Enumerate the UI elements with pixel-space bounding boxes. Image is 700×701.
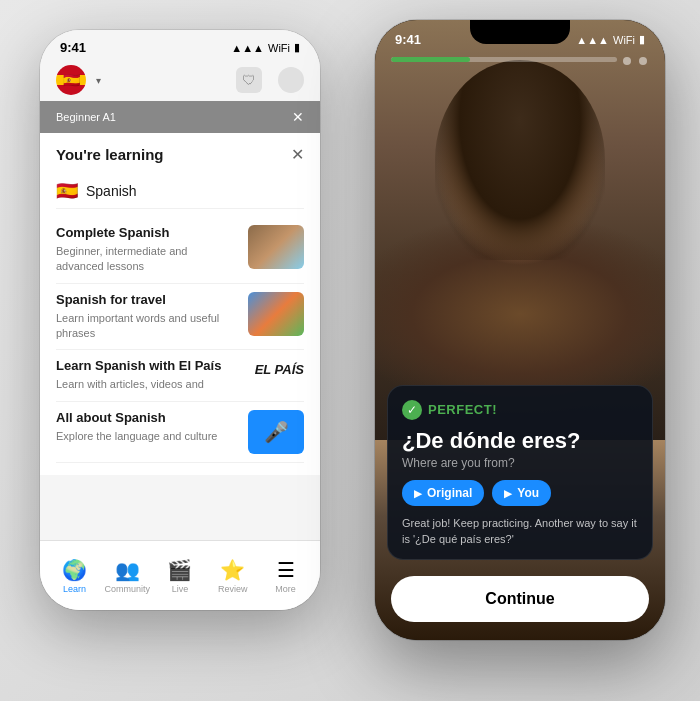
perfect-label: PERFECT! [428, 402, 497, 417]
banner-text: Beginner A1 [56, 111, 116, 123]
battery-icon: ▮ [294, 41, 300, 54]
tab-learn-label: Learn [63, 584, 86, 594]
feedback-content: Great job! Keep practicing. Another way … [402, 517, 637, 544]
course-item-complete-spanish[interactable]: Complete Spanish Beginner, intermediate … [56, 217, 304, 284]
course-info: Spanish for travel Learn important words… [56, 292, 238, 342]
course-thumb-building [248, 225, 304, 269]
tab-learn[interactable]: 🌍 Learn [48, 558, 101, 594]
course-thumb-colorful [248, 292, 304, 336]
status-time-left: 9:41 [60, 40, 86, 55]
original-btn-label: Original [427, 486, 472, 500]
microphone-icon: 🎤 [248, 410, 304, 454]
course-desc: Beginner, intermediate and advanced less… [56, 244, 238, 275]
progress-dot-2 [639, 57, 647, 65]
review-icon: ⭐ [220, 558, 245, 582]
course-desc: Explore the language and culture [56, 429, 238, 444]
dropdown-close-button[interactable]: ✕ [291, 145, 304, 164]
notch [470, 20, 570, 44]
banner-close-button[interactable]: ✕ [292, 109, 304, 125]
hair-layer [435, 60, 605, 260]
tab-review-label: Review [218, 584, 248, 594]
dropdown-panel: You're learning ✕ 🇪🇸 Spanish Complete Sp… [40, 133, 320, 475]
tab-review[interactable]: ⭐ Review [206, 558, 259, 594]
progress-bar-fill [391, 57, 470, 62]
course-item-spanish-travel[interactable]: Spanish for travel Learn important words… [56, 284, 304, 351]
dropdown-header: You're learning ✕ [56, 145, 304, 164]
course-desc: Learn important words and useful phrases [56, 311, 238, 342]
progress-dot-1 [623, 57, 631, 65]
status-time-right: 9:41 [395, 32, 421, 47]
signal-bars-icon: ▲▲▲ [576, 34, 609, 46]
course-title: All about Spanish [56, 410, 238, 427]
feedback-text: Great job! Keep practicing. Another way … [402, 516, 638, 547]
phone-left: 9:41 ▲▲▲ WiFi ▮ 🇪🇸 ▾ 🛡 Beginner A1 ✕ [40, 30, 320, 610]
course-item-elpais[interactable]: Learn Spanish with El País Learn with ar… [56, 350, 304, 401]
course-info: Complete Spanish Beginner, intermediate … [56, 225, 238, 275]
course-desc: Learn with articles, videos and [56, 377, 245, 392]
status-bar-left: 9:41 ▲▲▲ WiFi ▮ [40, 30, 320, 59]
dropdown-title: You're learning [56, 146, 163, 163]
phone-right: 9:41 ▲▲▲ WiFi ▮ ✓ PERFECT! [375, 20, 665, 640]
tab-bar: 🌍 Learn 👥 Community 🎬 Live ⭐ Review ☰ [40, 540, 320, 610]
continue-button[interactable]: Continue [391, 576, 649, 622]
play-icon-original: ▶ [414, 488, 422, 499]
play-icon-you: ▶ [504, 488, 512, 499]
chevron-down-icon: ▾ [96, 75, 101, 86]
you-audio-button[interactable]: ▶ You [492, 480, 551, 506]
scene: 9:41 ▲▲▲ WiFi ▮ 🇪🇸 ▾ 🛡 Beginner A1 ✕ [0, 0, 700, 701]
tab-community-label: Community [104, 584, 150, 594]
tab-more-label: More [275, 584, 296, 594]
language-name: Spanish [86, 183, 137, 199]
course-title: Complete Spanish [56, 225, 238, 242]
tab-community[interactable]: 👥 Community [101, 558, 154, 594]
result-card: ✓ PERFECT! ¿De dónde eres? Where are you… [387, 385, 653, 560]
tab-more[interactable]: ☰ More [259, 558, 312, 594]
check-icon: ✓ [402, 400, 422, 420]
you-btn-label: You [517, 486, 539, 500]
wifi-icon: WiFi [268, 42, 290, 54]
shield-icon[interactable]: 🛡 [236, 67, 262, 93]
signal-icon: ▲▲▲ [231, 42, 264, 54]
course-title: Spanish for travel [56, 292, 238, 309]
audio-buttons: ▶ Original ▶ You [402, 480, 638, 506]
learn-icon: 🌍 [62, 558, 87, 582]
course-title: Learn Spanish with El País [56, 358, 245, 375]
progress-container [375, 53, 665, 69]
original-audio-button[interactable]: ▶ Original [402, 480, 484, 506]
course-info: All about Spanish Explore the language a… [56, 410, 238, 444]
course-info: Learn Spanish with El País Learn with ar… [56, 358, 245, 392]
spanish-flag-icon: 🇪🇸 [56, 180, 78, 202]
el-pais-logo: EL PAÍS [255, 358, 304, 377]
status-icons-left: ▲▲▲ WiFi ▮ [231, 41, 300, 54]
avatar-icon[interactable] [278, 67, 304, 93]
tab-live[interactable]: 🎬 Live [154, 558, 207, 594]
translation-text: Where are you from? [402, 456, 638, 470]
language-row[interactable]: 🇪🇸 Spanish [56, 174, 304, 209]
more-icon: ☰ [277, 558, 295, 582]
progress-bar [391, 57, 617, 62]
wifi-right-icon: WiFi [613, 34, 635, 46]
tab-live-label: Live [172, 584, 189, 594]
flag-icon[interactable]: 🇪🇸 [56, 65, 86, 95]
top-nav: 🇪🇸 ▾ 🛡 [40, 59, 320, 101]
community-icon: 👥 [115, 558, 140, 582]
photo-background: 9:41 ▲▲▲ WiFi ▮ ✓ PERFECT! [375, 20, 665, 640]
question-text: ¿De dónde eres? [402, 428, 638, 454]
live-icon: 🎬 [167, 558, 192, 582]
perfect-badge: ✓ PERFECT! [402, 400, 638, 420]
course-item-all-spanish[interactable]: All about Spanish Explore the language a… [56, 402, 304, 463]
banner: Beginner A1 ✕ [40, 101, 320, 133]
battery-right-icon: ▮ [639, 33, 645, 46]
right-status-icons: ▲▲▲ WiFi ▮ [576, 33, 645, 46]
